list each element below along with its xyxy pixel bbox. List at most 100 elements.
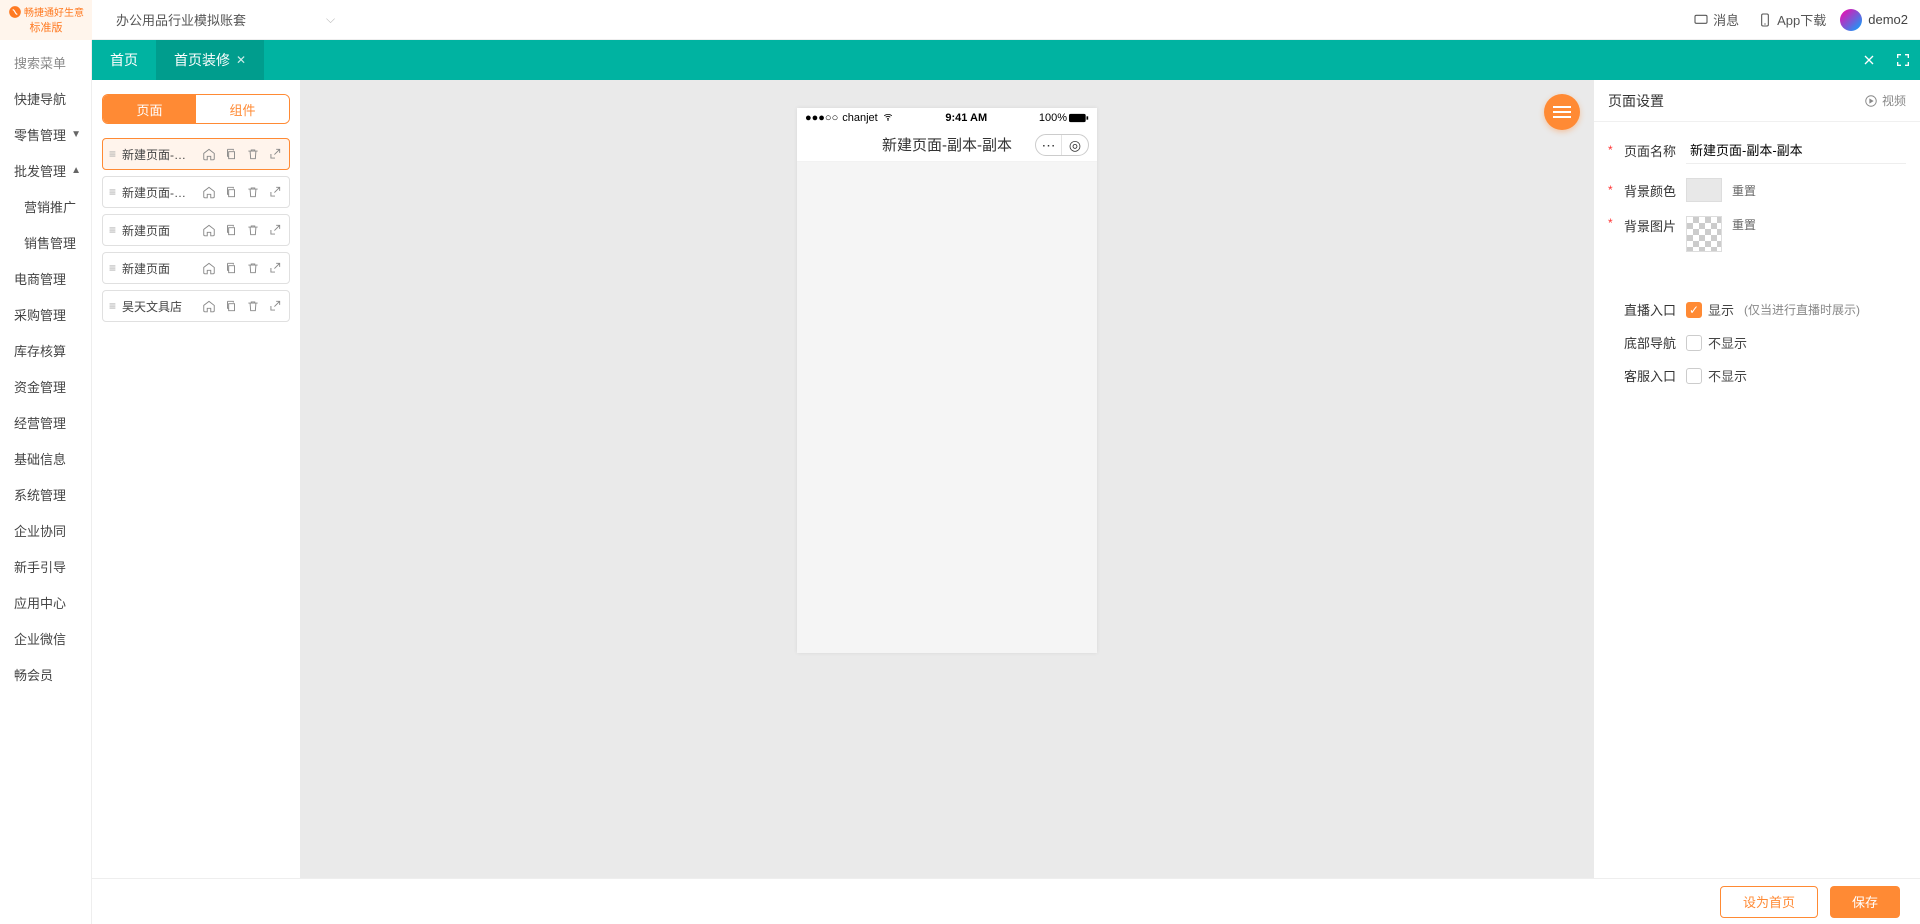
app-download-button[interactable]: App下载 [1757,10,1826,29]
home-icon[interactable] [201,298,217,314]
phone-statusbar: ●●●○○ chanjet 9:41 AM 100% [797,108,1097,128]
drag-handle-icon[interactable]: ≡ [109,223,116,237]
account-name: 办公用品行业模拟账套 [116,10,246,29]
drag-handle-icon[interactable]: ≡ [109,185,116,199]
home-icon[interactable] [201,260,217,276]
avatar[interactable] [1840,9,1862,31]
share-icon[interactable] [267,184,283,200]
page-row[interactable]: ≡ 新建页面 [102,214,290,246]
segment-components[interactable]: 组件 [196,95,289,123]
delete-icon[interactable] [245,184,261,200]
sidebar-subitem[interactable]: 营销推广 [0,188,91,224]
bottomnav-checkbox[interactable]: 不显示 [1686,333,1747,352]
delete-icon[interactable] [245,260,261,276]
page-name-label: 页面名称 [1624,141,1676,160]
video-help-button[interactable]: 视频 [1864,92,1906,109]
sidebar-item[interactable]: 批发管理▲ [0,152,91,188]
live-entry-chk-label: 显示 [1708,300,1734,319]
caret-icon: ▼ [71,129,81,140]
sidebar-item[interactable]: 资金管理 [0,368,91,404]
tab[interactable]: 首页装修 ✕ [156,40,264,80]
page-row[interactable]: ≡新建页面 [102,252,290,284]
copy-icon[interactable] [223,298,239,314]
sidebar-item[interactable]: 采购管理 [0,296,91,332]
copy-icon[interactable] [223,146,239,162]
account-select[interactable]: 办公用品行业模拟账套 ⌵ [116,10,335,29]
phone-navbar: 新建页面-副本-副本 ⋯ ◎ [797,128,1097,162]
page-name-input[interactable] [1686,136,1906,164]
sidebar-item[interactable]: 库存核算 [0,332,91,368]
copy-icon[interactable] [223,222,239,238]
settings-title: 页面设置 [1608,91,1664,111]
pagelist-panel: 页面 组件 ≡新建页面-副本-...≡新建页面-副本≡新建页面≡新建页面≡昊天文… [92,80,300,924]
set-home-button[interactable]: 设为首页 [1720,886,1818,918]
segment-pages[interactable]: 页面 [103,95,196,123]
live-entry-checkbox[interactable]: ✓ 显示 [1686,300,1734,319]
messages-button[interactable]: 消息 [1693,10,1739,29]
components-fab[interactable] [1544,94,1580,130]
page-row[interactable]: ≡新建页面-副本-... [102,138,290,170]
page-name: 新建页面-副本 [122,184,195,201]
home-icon[interactable] [201,184,217,200]
delete-icon[interactable] [245,146,261,162]
sidebar-item[interactable]: 新手引导 [0,548,91,584]
tab-close-all-button[interactable] [1852,40,1886,80]
bg-image-picker[interactable] [1686,216,1722,252]
share-icon[interactable] [267,146,283,162]
expand-icon [1895,52,1911,68]
service-entry-checkbox[interactable]: 不显示 [1686,366,1747,385]
delete-icon[interactable] [245,222,261,238]
sidebar-item[interactable]: 企业协同 [0,512,91,548]
save-button[interactable]: 保存 [1830,886,1900,918]
chat-icon [1693,12,1709,28]
chevron-down-icon: ⌵ [326,12,335,27]
home-icon[interactable] [201,146,217,162]
menu-icon [1553,111,1571,113]
sidebar-item[interactable]: 经营管理 [0,404,91,440]
tab[interactable]: 首页 [92,40,156,80]
sidebar-item[interactable]: 电商管理 [0,260,91,296]
carrier-label: chanjet [842,112,877,124]
tab-close-icon[interactable]: ✕ [236,53,246,67]
page-row[interactable]: ≡昊天文具店 [102,290,290,322]
page-row[interactable]: ≡ 新建页面-副本 [102,176,290,208]
brand-logo[interactable]: 畅捷通好生意 标准版 [0,0,92,40]
more-dots-icon: ⋯ [1036,135,1062,155]
page-name: 新建页面 [122,222,195,239]
phone-icon [1757,12,1773,28]
sidebar-item[interactable]: 畅会员 [0,656,91,692]
user-name[interactable]: demo2 [1868,12,1908,27]
bg-color-swatch[interactable] [1686,178,1722,202]
drag-handle-icon[interactable]: ≡ [109,261,116,275]
phone-body[interactable] [797,162,1097,653]
fullscreen-button[interactable] [1886,40,1920,80]
battery-icon [1069,113,1089,123]
mini-program-capsule[interactable]: ⋯ ◎ [1035,134,1089,156]
sidebar-item[interactable]: 基础信息 [0,440,91,476]
sidebar-item[interactable]: 快捷导航 [0,80,91,116]
brand-edition: 标准版 [30,19,63,35]
share-icon[interactable] [267,260,283,276]
sidebar-item[interactable]: 企业微信 [0,620,91,656]
bg-image-reset[interactable]: 重置 [1732,216,1756,233]
drag-handle-icon[interactable]: ≡ [109,147,116,161]
tab-label: 首页装修 [174,50,230,70]
bg-image-label: 背景图片 [1624,216,1676,235]
copy-icon[interactable] [223,184,239,200]
sidebar-item[interactable]: 应用中心 [0,584,91,620]
drag-handle-icon[interactable]: ≡ [109,299,116,313]
sidebar-item[interactable]: 搜索菜单 [0,44,91,80]
topbar: 畅捷通好生意 标准版 办公用品行业模拟账套 ⌵ 消息 App下载 demo2 [0,0,1920,40]
service-entry-chk-label: 不显示 [1708,366,1747,385]
delete-icon[interactable] [245,298,261,314]
sidebar-subitem[interactable]: 销售管理 [0,224,91,260]
sidebar-item[interactable]: 系统管理 [0,476,91,512]
share-icon[interactable] [267,298,283,314]
sidebar-item[interactable]: 零售管理▼ [0,116,91,152]
home-icon[interactable] [201,222,217,238]
bg-color-reset[interactable]: 重置 [1732,182,1756,199]
target-icon: ◎ [1062,135,1088,155]
share-icon[interactable] [267,222,283,238]
tabs-row: 首页首页装修 ✕ [92,40,1920,80]
copy-icon[interactable] [223,260,239,276]
